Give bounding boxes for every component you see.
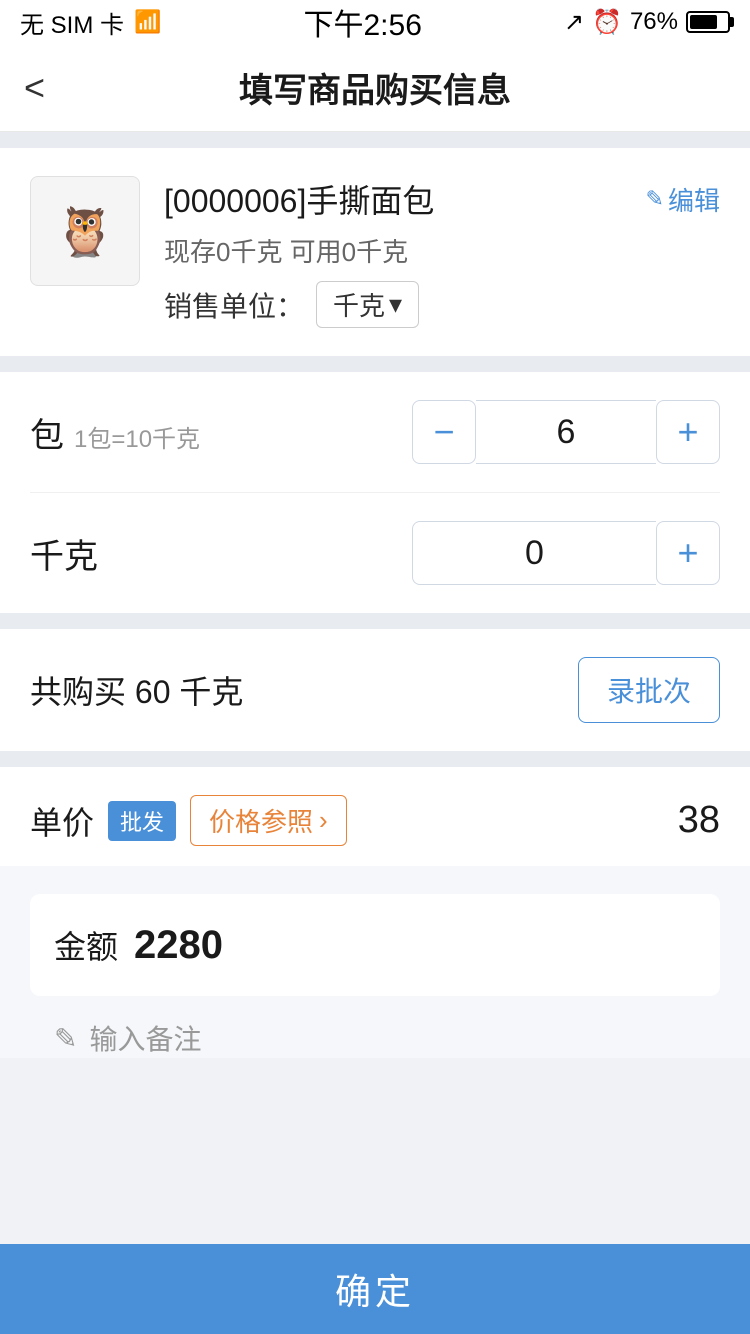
unit-value: 千克 [333,286,385,323]
product-name-row: [0000006]手撕面包 ✎ 编辑 [164,176,720,222]
edit-button[interactable]: ✎ 编辑 [646,181,720,218]
confirm-button[interactable]: 确定 [0,1244,750,1334]
quantity-label-group-bag: 包 1包=10千克 [30,408,200,457]
location-icon: ↗ [564,8,584,37]
page-title: 填写商品购买信息 [239,63,511,112]
price-value: 38 [678,799,720,842]
amount-label: 金额 [54,922,118,968]
nav-bar: < 填写商品购买信息 [0,44,750,132]
price-label: 单价 [30,798,94,844]
status-time: 下午2:56 [303,0,421,44]
edit-icon: ✎ [646,186,664,212]
battery-icon [686,11,730,33]
remark-input[interactable]: 输入备注 [89,1018,201,1058]
quantity-label-group-kg: 千克 [30,529,98,578]
quantity-section: 包 1包=10千克 − + 千克 + [0,372,750,613]
product-thumbnail: 🦉 [30,176,140,286]
price-ref-label: 价格参照 [209,802,313,839]
record-batch-button[interactable]: 录批次 [578,657,720,723]
total-section: 共购买 60 千克 录批次 [0,629,750,751]
remark-icon: ✎ [54,1022,77,1055]
quantity-input-bag[interactable] [476,400,656,464]
quantity-label-bag: 包 [30,408,64,457]
product-card: 🦉 [0000006]手撕面包 ✎ 编辑 现存0千克 可用0千克 销售单位： 千… [0,148,750,356]
top-divider [0,132,750,148]
product-name: [0000006]手撕面包 [164,176,434,222]
carrier-text: 无 SIM 卡 [20,5,124,40]
unit-select[interactable]: 千克 ▾ [316,281,419,328]
main-content: 🦉 [0000006]手撕面包 ✎ 编辑 现存0千克 可用0千克 销售单位： 千… [0,132,750,1334]
price-divider [0,751,750,767]
quantity-row-kg: 千克 + [30,493,720,613]
alarm-icon: ⏰ [592,8,622,37]
product-info: [0000006]手撕面包 ✎ 编辑 现存0千克 可用0千克 销售单位： 千克 … [164,176,720,328]
total-text: 共购买 60 千克 [30,667,243,713]
status-right: ↗ ⏰ 76% [564,8,730,37]
wifi-icon: 📶 [134,9,161,35]
price-ref-arrow: › [319,805,328,836]
quantity-control-kg: + [412,521,720,585]
quantity-plus-bag[interactable]: + [656,400,720,464]
price-row: 单价 批发 价格参照 › 38 [30,795,720,846]
price-label-group: 单价 批发 价格参照 › [30,795,347,846]
confirm-label: 确定 [335,1263,415,1315]
batch-badge: 批发 [108,801,176,841]
status-bar: 无 SIM 卡 📶 下午2:56 ↗ ⏰ 76% [0,0,750,44]
quantity-input-kg[interactable] [412,521,656,585]
quantity-row-bag: 包 1包=10千克 − + [30,372,720,493]
remark-row[interactable]: ✎ 输入备注 [30,996,720,1058]
total-divider [0,613,750,629]
quantity-hint-bag: 1包=10千克 [74,419,200,454]
product-stock: 现存0千克 可用0千克 [164,232,720,269]
unit-label: 销售单位： [164,285,304,325]
status-left: 无 SIM 卡 📶 [20,5,161,40]
unit-dropdown-arrow: ▾ [389,289,402,320]
quantity-control-bag: − + [412,400,720,464]
product-thumb-logo: 🦉 [55,203,115,260]
amount-row: 金额 2280 [30,894,720,996]
edit-label: 编辑 [668,181,720,218]
product-unit-row: 销售单位： 千克 ▾ [164,281,720,328]
quantity-minus-bag[interactable]: − [412,400,476,464]
price-ref-button[interactable]: 价格参照 › [190,795,347,846]
battery-percent: 76% [630,8,678,36]
quantity-label-kg: 千克 [30,529,98,578]
mid-divider [0,356,750,372]
amount-value: 2280 [134,923,223,968]
price-section: 单价 批发 价格参照 › 38 [0,767,750,866]
back-button[interactable]: < [24,67,45,109]
quantity-plus-kg[interactable]: + [656,521,720,585]
amount-section: 金额 2280 ✎ 输入备注 [0,866,750,1058]
